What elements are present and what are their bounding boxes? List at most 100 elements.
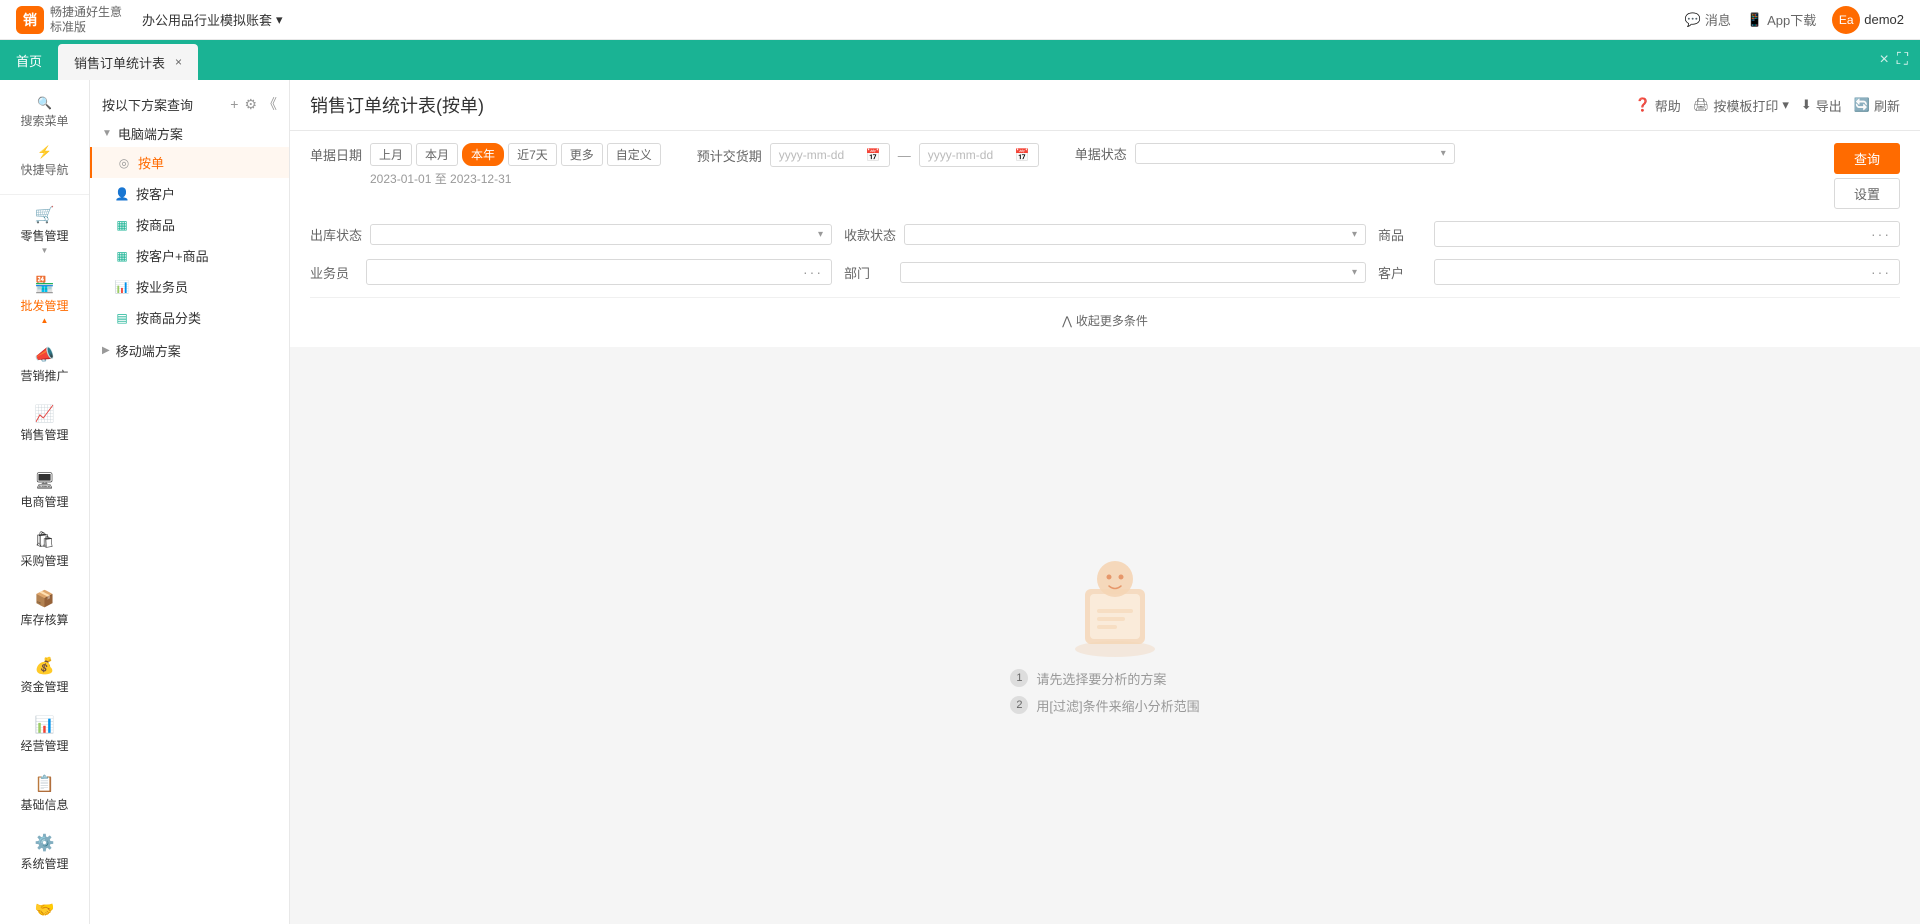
breadcrumb-arrow-icon: ▾ <box>276 12 283 28</box>
sidebar-item-purchase[interactable]: 🛍 采购管理 <box>0 520 89 579</box>
print-dropdown-icon: ▾ <box>1782 97 1789 113</box>
empty-hints: 1 请先选择要分析的方案 2 用[过滤]条件来缩小分析范围 <box>1010 669 1199 723</box>
goods-select[interactable]: ··· <box>1434 221 1900 247</box>
out-status-select[interactable]: ▾ <box>370 224 832 245</box>
marketing-icon: 📣 <box>35 345 55 365</box>
shortcut-last-month[interactable]: 上月 <box>370 143 412 166</box>
app-download-button[interactable]: 📱 App下载 <box>1747 10 1816 29</box>
panel-item-by-customer[interactable]: 👤 按客户 <box>90 178 289 209</box>
sidebar-quicknav-button[interactable]: ⚡ 快捷导航 <box>0 137 89 186</box>
sidebar-item-collab[interactable]: 🤝 企业协同 <box>0 890 89 924</box>
calendar-end-icon: 📅 <box>1015 148 1030 162</box>
system-icon: ⚙️ <box>35 833 55 853</box>
export-button[interactable]: ⬇ 导出 <box>1801 96 1842 115</box>
collapse-more-button[interactable]: ⋀ 收起更多条件 <box>1042 306 1168 335</box>
sidebar-item-finance[interactable]: 💰 资金管理 <box>0 646 89 705</box>
operation-icon: 📊 <box>35 715 55 735</box>
left-panel: 按以下方案查询 + ⚙ 《 ▼ 电脑端方案 ◎ 按单 👤 按客户 ▦ <box>90 80 290 924</box>
date-range-text: 2023-01-01 至 2023-12-31 <box>370 170 661 187</box>
inventory-icon: 📦 <box>35 589 55 609</box>
expected-date-end[interactable]: yyyy-mm-dd 📅 <box>919 143 1039 167</box>
shortcut-custom[interactable]: 自定义 <box>607 143 661 166</box>
customer-select[interactable]: ··· <box>1434 259 1900 285</box>
panel-section-mobile-header[interactable]: ▶ 移动端方案 <box>90 337 289 364</box>
date-end-placeholder: yyyy-mm-dd <box>928 148 993 162</box>
expected-date-label: 预计交货期 <box>697 146 762 165</box>
shortcut-more[interactable]: 更多 <box>561 143 603 166</box>
panel-section-pc: ▼ 电脑端方案 ◎ 按单 👤 按客户 ▦ 按商品 ▦ 按客户+商品 📊 按业务员 <box>90 120 289 333</box>
shortcut-this-year[interactable]: 本年 <box>462 143 504 166</box>
nav-icon: ⚡ <box>37 145 52 159</box>
panel-item-by-order[interactable]: ◎ 按单 <box>90 147 289 178</box>
sidebar-item-ecommerce[interactable]: 🖥 电商管理 <box>0 461 89 520</box>
top-bar: 销 畅捷通好生意 标准版 办公用品行业模拟账套 ▾ 💬 消息 📱 App下载 E… <box>0 0 1920 40</box>
refresh-icon: 🔄 <box>1854 97 1870 113</box>
collab-icon: 🤝 <box>35 900 55 920</box>
out-status-arrow-icon: ▾ <box>818 229 823 240</box>
logo-text: 畅捷通好生意 标准版 <box>50 5 122 34</box>
shortcut-this-month[interactable]: 本月 <box>416 143 458 166</box>
ecommerce-icon: 🖥 <box>34 471 54 491</box>
expected-date-start[interactable]: yyyy-mm-dd 📅 <box>770 143 890 167</box>
payment-status-select[interactable]: ▾ <box>904 224 1366 245</box>
salesperson-more-icon[interactable]: ··· <box>803 264 823 280</box>
tab-fullscreen-icon[interactable]: ⛶ <box>1897 51 1908 69</box>
date-separator: — <box>898 148 911 163</box>
breadcrumb: 办公用品行业模拟账套 ▾ <box>142 10 283 29</box>
query-button[interactable]: 查询 <box>1834 143 1900 174</box>
by-category-icon: ▤ <box>114 310 130 326</box>
tab-sales-order-stat[interactable]: 销售订单统计表 × <box>58 44 198 80</box>
sidebar-search-button[interactable]: 🔍 搜索菜单 <box>0 88 89 137</box>
sidebar-item-sales[interactable]: 📈 销售管理 <box>0 394 89 453</box>
panel-item-by-salesperson[interactable]: 📊 按业务员 <box>90 271 289 302</box>
sidebar-item-operation[interactable]: 📊 经营管理 <box>0 705 89 764</box>
filter-actions: 查询 设置 <box>1834 143 1900 209</box>
sidebar-item-wholesale[interactable]: 🏪 批发管理 <box>0 265 89 335</box>
content-area: 销售订单统计表(按单) ❓ 帮助 🖨 按模板打印 ▾ ⬇ 导出 🔄 刷新 <box>290 80 1920 924</box>
message-button[interactable]: 💬 消息 <box>1685 10 1731 29</box>
help-button[interactable]: ❓ 帮助 <box>1635 96 1681 115</box>
department-arrow-icon: ▾ <box>1352 267 1357 278</box>
empty-hint-2: 2 用[过滤]条件来缩小分析范围 <box>1010 696 1199 715</box>
filter-row-3: 业务员 ··· 部门 ▾ 客户 <box>310 259 1900 285</box>
main-layout: 🔍 搜索菜单 ⚡ 快捷导航 🛒 零售管理 🏪 批发管理 📣 营销推广 📈 销售管… <box>0 80 1920 924</box>
shortcut-last-7-days[interactable]: 近7天 <box>508 143 557 166</box>
salesperson-label: 业务员 <box>310 263 358 282</box>
sidebar-item-marketing[interactable]: 📣 营销推广 <box>0 335 89 394</box>
tab-close-all-icon[interactable]: × <box>1879 51 1888 69</box>
salesperson-select[interactable]: ··· <box>366 259 832 285</box>
page-title: 销售订单统计表(按单) <box>310 92 484 130</box>
sidebar-item-system[interactable]: ⚙️ 系统管理 <box>0 823 89 882</box>
sidebar-item-basic[interactable]: 📋 基础信息 <box>0 764 89 823</box>
tab-home[interactable]: 首页 <box>0 40 58 80</box>
panel-item-by-customer-goods[interactable]: ▦ 按客户+商品 <box>90 240 289 271</box>
basic-icon: 📋 <box>35 774 55 794</box>
panel-settings-icon[interactable]: ⚙ <box>244 96 257 113</box>
customer-item: 客户 ··· <box>1378 259 1900 285</box>
panel-item-by-goods[interactable]: ▦ 按商品 <box>90 209 289 240</box>
home-tab-label: 首页 <box>16 51 42 70</box>
panel-collapse-button[interactable]: 《 <box>263 94 277 114</box>
department-select[interactable]: ▾ <box>900 262 1366 283</box>
refresh-button[interactable]: 🔄 刷新 <box>1854 96 1900 115</box>
payment-arrow-icon: ▾ <box>1352 229 1357 240</box>
goods-more-icon[interactable]: ··· <box>1871 226 1891 242</box>
avatar: Ea <box>1832 6 1860 34</box>
user-name: demo2 <box>1864 12 1904 27</box>
template-print-button[interactable]: 🖨 按模板打印 ▾ <box>1693 96 1789 115</box>
panel-section-pc-header[interactable]: ▼ 电脑端方案 <box>90 120 289 147</box>
user-area[interactable]: Ea demo2 <box>1832 6 1904 34</box>
department-item: 部门 ▾ <box>844 262 1366 283</box>
calendar-start-icon: 📅 <box>866 148 881 162</box>
tab-close-icon[interactable]: × <box>175 55 182 69</box>
setting-button[interactable]: 设置 <box>1834 178 1900 209</box>
panel-item-by-category[interactable]: ▤ 按商品分类 <box>90 302 289 333</box>
goods-item: 商品 ··· <box>1378 221 1900 247</box>
customer-more-icon[interactable]: ··· <box>1871 264 1891 280</box>
sidebar-item-inventory[interactable]: 📦 库存核算 <box>0 579 89 638</box>
status-select[interactable]: ▾ <box>1135 143 1455 164</box>
tab-sales-label: 销售订单统计表 <box>74 53 165 72</box>
panel-add-button[interactable]: + <box>230 96 238 112</box>
sidebar-item-retail[interactable]: 🛒 零售管理 <box>0 195 89 265</box>
by-customer-goods-icon: ▦ <box>114 248 130 264</box>
